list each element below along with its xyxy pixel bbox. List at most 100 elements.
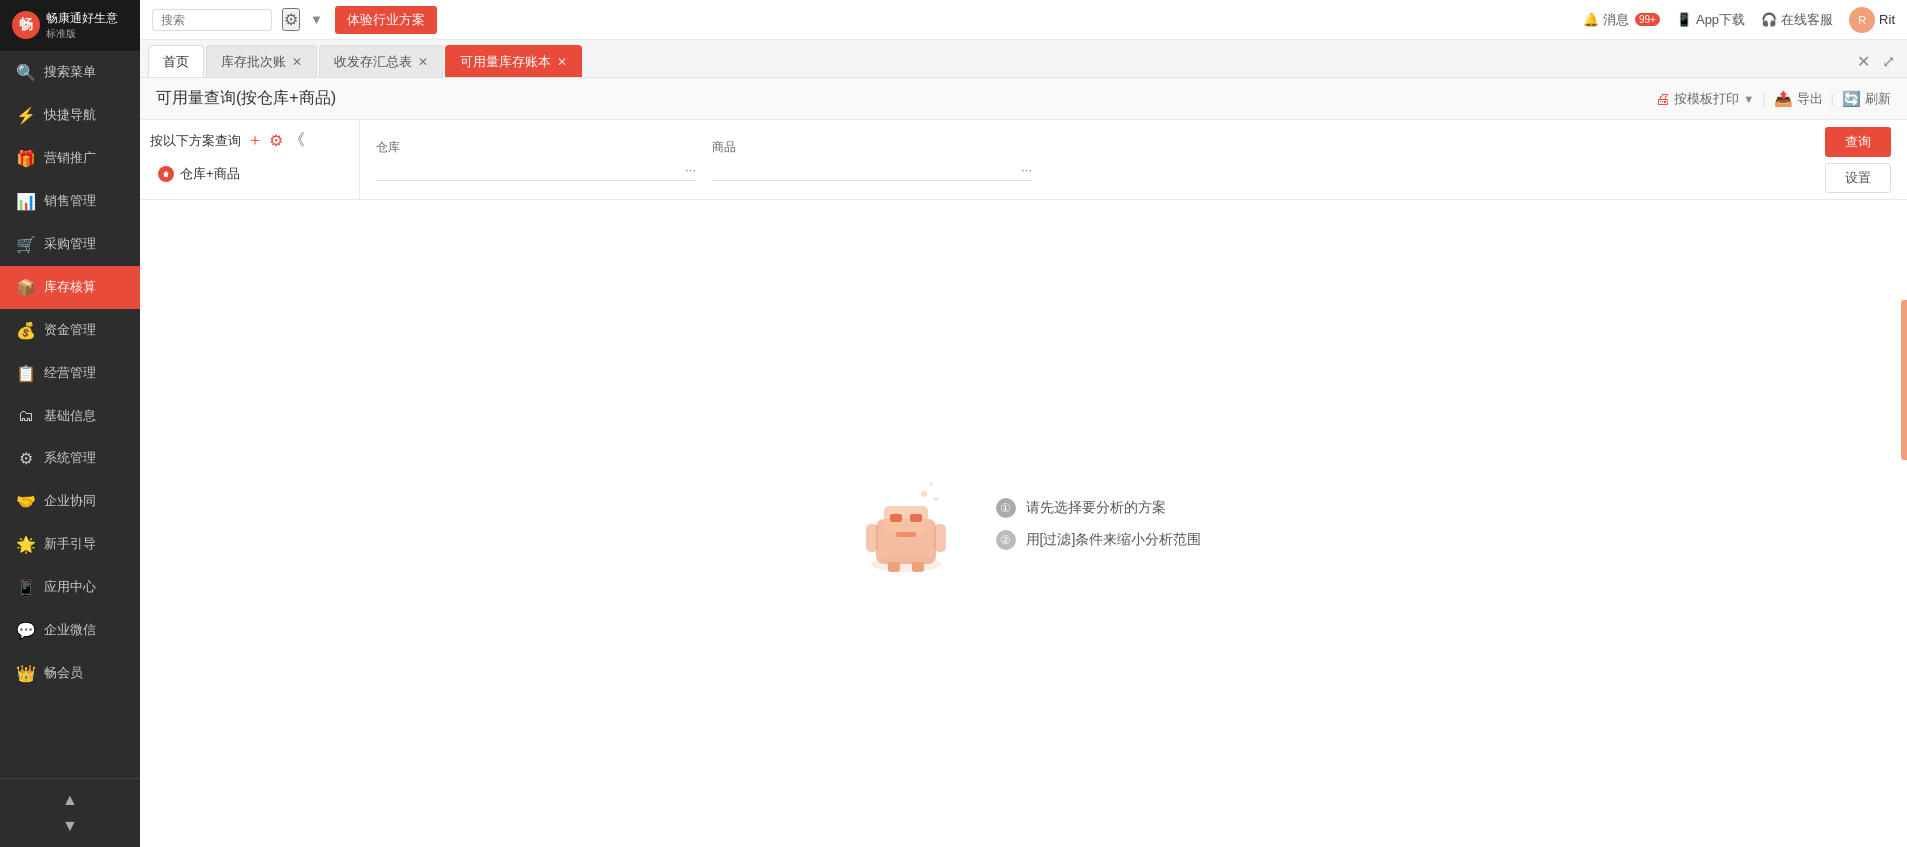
finance-icon: 💰: [16, 321, 36, 340]
sidebar-item-purchase[interactable]: 🛒 采购管理: [0, 223, 140, 266]
sidebar-item-finance[interactable]: 💰 资金管理: [0, 309, 140, 352]
warehouse-input[interactable]: [376, 162, 681, 177]
export-label: 导出: [1797, 90, 1823, 108]
tab-receipt-summary[interactable]: 收发存汇总表 ✕: [319, 45, 443, 77]
scheme-settings-button[interactable]: ⚙: [269, 131, 283, 150]
tab-home-label: 首页: [163, 53, 189, 71]
divider: |: [1831, 91, 1834, 106]
app-download-label: App下载: [1696, 11, 1745, 29]
svg-point-13: [934, 497, 938, 501]
dropdown-icon[interactable]: ▼: [310, 12, 323, 27]
page-header: 可用量查询(按仓库+商品) 🖨 按模板打印 ▼ | 📤 导出 | 🔄 刷新: [140, 78, 1907, 120]
refresh-icon: 🔄: [1842, 90, 1861, 108]
topbar: ⚙ ▼ 体验行业方案 🔔 消息 99+ 📱 App下载 🎧 在线客服 R Rit: [140, 0, 1907, 40]
export-action[interactable]: 📤 导出: [1774, 90, 1823, 108]
tab-batch-account[interactable]: 库存批次账 ✕: [206, 45, 317, 77]
sidebar-item-basic[interactable]: 🗂 基础信息: [0, 395, 140, 437]
print-dropdown-icon[interactable]: ▼: [1743, 93, 1754, 105]
sidebar-scroll-down[interactable]: ▼: [8, 813, 132, 839]
tab-close-icon[interactable]: ✕: [292, 55, 302, 69]
sidebar-item-label: 系统管理: [44, 449, 96, 467]
tabbar: 首页 库存批次账 ✕ 收发存汇总表 ✕ 可用量库存账本 ✕ ✕ ⤢: [140, 40, 1907, 78]
print-action[interactable]: 🖨 按模板打印 ▼: [1655, 90, 1754, 108]
sidebar-item-label: 销售管理: [44, 192, 96, 210]
inventory-icon: 📦: [16, 278, 36, 297]
sidebar-item-operations[interactable]: 📋 经营管理: [0, 352, 140, 395]
add-scheme-button[interactable]: ＋: [247, 130, 263, 151]
sidebar-item-wechat[interactable]: 💬 企业微信: [0, 609, 140, 652]
warehouse-input-row: ···: [376, 159, 696, 181]
sidebar-item-search[interactable]: 🔍 搜索菜单: [0, 51, 140, 94]
tab-available-stock[interactable]: 可用量库存账本 ✕: [445, 45, 582, 77]
close-tab-button[interactable]: ✕: [1853, 50, 1874, 73]
tab-home[interactable]: 首页: [148, 45, 204, 77]
sidebar-bottom: ▲ ▼: [0, 778, 140, 847]
tab-close-icon[interactable]: ✕: [418, 55, 428, 69]
notification-item[interactable]: 🔔 消息 99+: [1583, 11, 1660, 29]
sidebar-item-label: 搜索菜单: [44, 63, 96, 81]
sidebar-scroll: 🔍 搜索菜单 ⚡ 快捷导航 🎁 营销推广 📊 销售管理 🛒 采购管理 📦 库存核…: [0, 51, 140, 778]
scheme-icon-svg: [159, 167, 173, 181]
sidebar-item-label: 畅会员: [44, 664, 83, 682]
refresh-label: 刷新: [1865, 90, 1891, 108]
tip-number-2: ②: [996, 530, 1016, 550]
app-name: 畅康通好生意: [46, 10, 118, 27]
svg-rect-6: [896, 532, 916, 537]
refresh-action[interactable]: 🔄 刷新: [1842, 90, 1891, 108]
sidebar-scroll-up[interactable]: ▲: [8, 787, 132, 813]
warehouse-more-button[interactable]: ···: [685, 162, 696, 177]
headset-icon: 🎧: [1761, 12, 1777, 27]
sidebar-item-shortcut[interactable]: ⚡ 快捷导航: [0, 94, 140, 137]
online-service-item[interactable]: 🎧 在线客服: [1761, 11, 1833, 29]
expand-tab-button[interactable]: ⤢: [1878, 50, 1899, 73]
tab-available-label: 可用量库存账本: [460, 53, 551, 71]
filter-settings-button[interactable]: 设置: [1825, 163, 1891, 193]
cart-icon: 🛒: [16, 235, 36, 254]
scheme-header: 按以下方案查询 ＋ ⚙ 《: [150, 130, 349, 151]
content-area: 可用量查询(按仓库+商品) 🖨 按模板打印 ▼ | 📤 导出 | 🔄 刷新: [140, 78, 1907, 847]
sidebar-item-inventory[interactable]: 📦 库存核算: [0, 266, 140, 309]
tab-close-icon[interactable]: ✕: [557, 55, 567, 69]
tab-receipt-label: 收发存汇总表: [334, 53, 412, 71]
scheme-header-label: 按以下方案查询: [150, 132, 241, 150]
sidebar-item-system[interactable]: ⚙ 系统管理: [0, 437, 140, 480]
tip-text-1: 请先选择要分析的方案: [1026, 499, 1166, 517]
sidebar-item-label: 营销推广: [44, 149, 96, 167]
empty-tips: ① 请先选择要分析的方案 ② 用[过滤]条件来缩小分析范围: [996, 498, 1202, 550]
app-edition: 标准版: [46, 27, 118, 41]
sidebar-item-label: 新手引导: [44, 535, 96, 553]
topbar-right: 🔔 消息 99+ 📱 App下载 🎧 在线客服 R Rit: [1583, 7, 1895, 33]
username: Rit: [1879, 12, 1895, 27]
settings-icon[interactable]: ⚙: [282, 8, 300, 31]
app-download-item[interactable]: 📱 App下载: [1676, 11, 1745, 29]
product-more-button[interactable]: ···: [1021, 162, 1032, 177]
empty-illustration: [846, 464, 966, 584]
collapse-scheme-button[interactable]: 《: [289, 130, 305, 151]
page-title: 可用量查询(按仓库+商品): [156, 88, 336, 109]
sidebar-item-guide[interactable]: 🌟 新手引导: [0, 523, 140, 566]
product-filter-field: 商品 ···: [712, 139, 1032, 181]
sidebar-item-marketing[interactable]: 🎁 营销推广: [0, 137, 140, 180]
sidebar-item-enterprise[interactable]: 🤝 企业协同: [0, 480, 140, 523]
right-scroll-indicator: [1901, 300, 1907, 460]
sidebar-item-sales[interactable]: 📊 销售管理: [0, 180, 140, 223]
search-input[interactable]: [152, 9, 272, 31]
sidebar-item-label: 应用中心: [44, 578, 96, 596]
sidebar-item-member[interactable]: 👑 畅会员: [0, 652, 140, 695]
tab-batch-label: 库存批次账: [221, 53, 286, 71]
sidebar-item-appcenter[interactable]: 📱 应用中心: [0, 566, 140, 609]
notification-count: 99+: [1635, 13, 1660, 26]
search-icon: 🔍: [16, 63, 36, 82]
divider: |: [1762, 91, 1765, 106]
scheme-item-warehouse[interactable]: 仓库+商品: [150, 159, 349, 189]
query-button[interactable]: 查询: [1825, 127, 1891, 157]
scheme-dot-icon: [158, 166, 174, 182]
sidebar-item-label: 经营管理: [44, 364, 96, 382]
product-input[interactable]: [712, 162, 1017, 177]
operations-icon: 📋: [16, 364, 36, 383]
guide-icon: 🌟: [16, 535, 36, 554]
user-area[interactable]: R Rit: [1849, 7, 1895, 33]
industry-solution-button[interactable]: 体验行业方案: [335, 6, 437, 34]
member-icon: 👑: [16, 664, 36, 683]
warehouse-filter-field: 仓库 ···: [376, 139, 696, 181]
